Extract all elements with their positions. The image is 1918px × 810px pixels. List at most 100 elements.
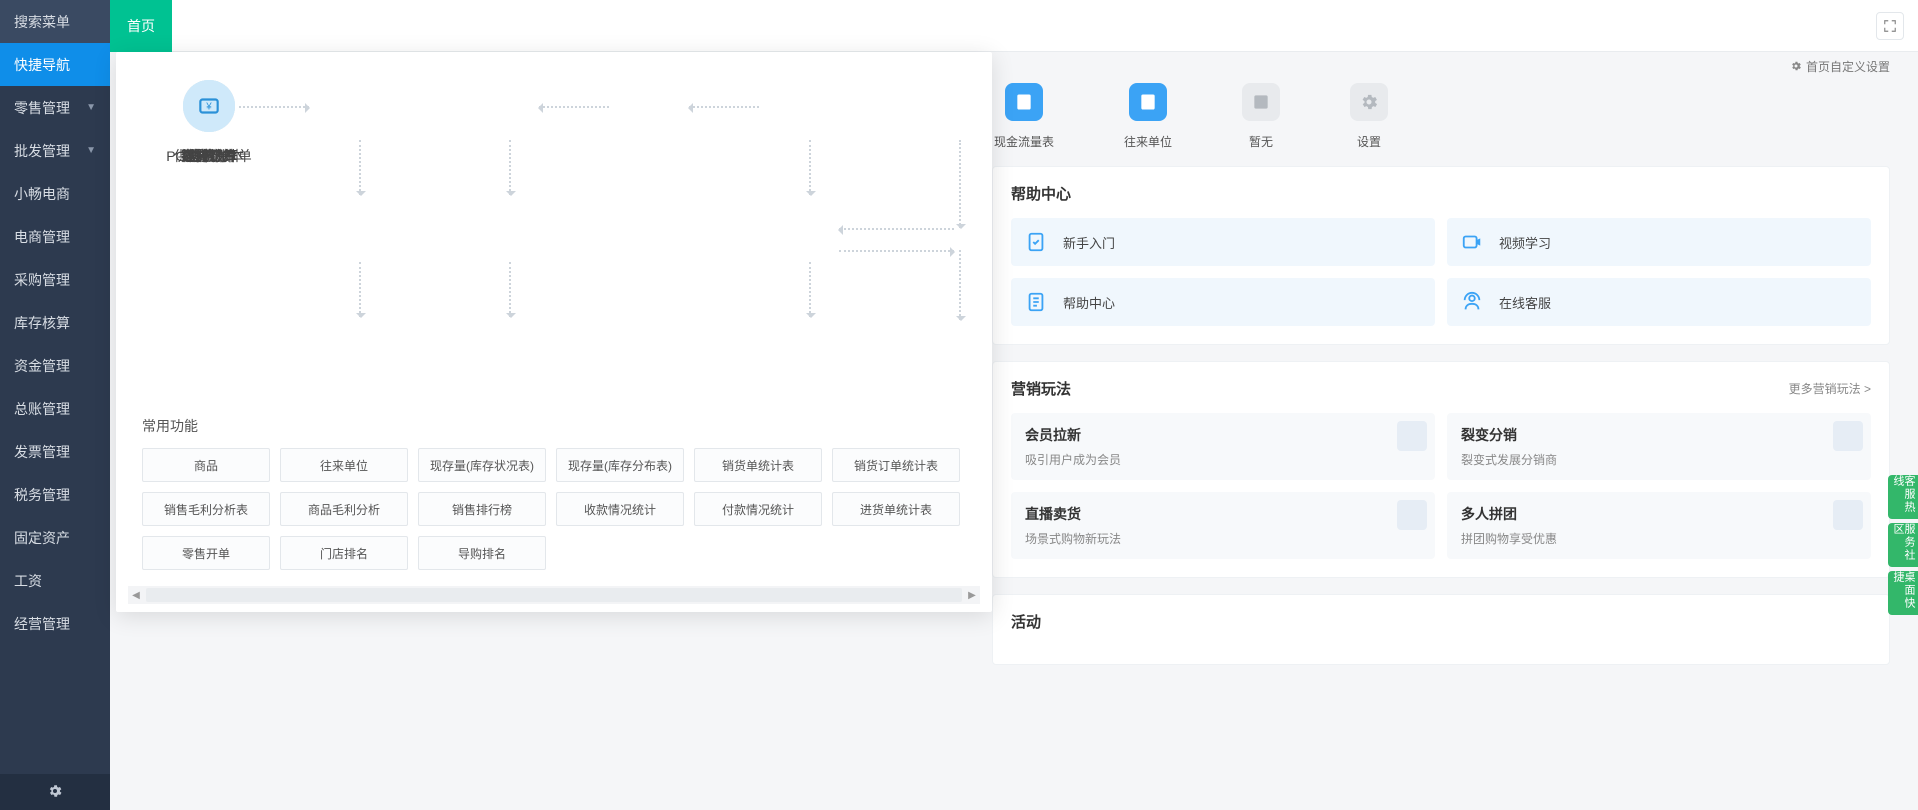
arrow [959, 140, 961, 228]
scroll-right-icon[interactable]: ▶ [964, 587, 980, 603]
decoration [1397, 500, 1427, 530]
arrow [839, 228, 954, 230]
common-fn-12[interactable]: 零售开单 [142, 536, 270, 570]
arrow [239, 106, 309, 108]
homepage-custom-link[interactable]: 首页自定义设置 [992, 58, 1890, 75]
help-center-card: 帮助中心 新手入门视频学习帮助中心在线客服 [992, 166, 1890, 345]
sidebar-item-10[interactable]: 发票管理 [0, 430, 110, 473]
common-fn-3[interactable]: 现存量(库存分布表) [556, 448, 684, 482]
help-item-1[interactable]: 视频学习 [1447, 218, 1871, 266]
decoration [1833, 500, 1863, 530]
marketing-item-1[interactable]: 裂变分销裂变式发展分销商 [1447, 413, 1871, 480]
flyout-scrollbar[interactable]: ◀ ▶ [128, 586, 980, 604]
float-btn-1[interactable]: 服务社区 [1888, 523, 1918, 567]
sidebar-item-2[interactable]: 零售管理 ▼ [0, 86, 110, 129]
common-fn-2[interactable]: 现存量(库存状况表) [418, 448, 546, 482]
marketing-more-link[interactable]: 更多营销玩法 > [1789, 380, 1871, 397]
help-center-title: 帮助中心 [1011, 183, 1071, 204]
arrow [359, 262, 361, 317]
sidebar-item-3[interactable]: 批发管理 ▼ [0, 129, 110, 172]
common-fn-5[interactable]: 销货订单统计表 [832, 448, 960, 482]
quick-nav-flyout: 进货订单 进货单 销货单 销售订单 商城订单 POS收银开单 ¥付款单 ¥收款单… [116, 52, 992, 612]
marketing-item-sub: 拼团购物享受优惠 [1461, 530, 1857, 547]
sidebar-item-0[interactable]: 搜索菜单 [0, 0, 110, 43]
sidebar-settings-button[interactable] [0, 774, 110, 810]
quick-shortcuts: 现金流量表 往来单位暂无 设置 [992, 83, 1890, 150]
sidebar-item-label: 经营管理 [14, 614, 70, 634]
decoration [1833, 421, 1863, 451]
topbar: 首页 [110, 0, 1918, 52]
marketing-title: 营销玩法 [1011, 378, 1071, 399]
sidebar-item-label: 资金管理 [14, 356, 70, 376]
marketing-item-0[interactable]: 会员拉新吸引用户成为会员 [1011, 413, 1435, 480]
sidebar-item-5[interactable]: 电商管理 [0, 215, 110, 258]
sidebar-item-label: 零售管理 [14, 98, 70, 118]
common-fn-10[interactable]: 付款情况统计 [694, 492, 822, 526]
chevron-down-icon: ▼ [86, 145, 96, 156]
right-panels: 首页自定义设置 现金流量表往来单位暂无设置 帮助中心 新手入门视频学习帮助中心在… [992, 58, 1890, 665]
common-fn-9[interactable]: 收款情况统计 [556, 492, 684, 526]
help-item-0[interactable]: 新手入门 [1011, 218, 1435, 266]
marketing-item-sub: 场景式购物新玩法 [1025, 530, 1421, 547]
arrow [809, 140, 811, 195]
common-fn-7[interactable]: 商品毛利分析 [280, 492, 408, 526]
sidebar-item-label: 批发管理 [14, 141, 70, 161]
marketing-item-sub: 裂变式发展分销商 [1461, 451, 1857, 468]
float-btn-2[interactable]: 桌面快捷 [1888, 571, 1918, 615]
quick-icon [1350, 83, 1388, 121]
sidebar-item-11[interactable]: 税务管理 [0, 473, 110, 516]
marketing-item-2[interactable]: 直播卖货场景式购物新玩法 [1011, 492, 1435, 559]
scroll-track[interactable] [146, 588, 962, 602]
sidebar-item-label: 固定资产 [14, 528, 70, 548]
float-btn-0[interactable]: 客服热线 [1888, 475, 1918, 519]
marketing-item-title: 会员拉新 [1025, 425, 1421, 445]
quick-icon [1129, 83, 1167, 121]
arrow [509, 262, 511, 317]
sidebar-item-label: 工资 [14, 571, 42, 591]
gear-icon [47, 783, 63, 802]
sidebar-item-label: 库存核算 [14, 313, 70, 333]
common-fn-13[interactable]: 门店排名 [280, 536, 408, 570]
sidebar-item-14[interactable]: 经营管理 [0, 602, 110, 645]
sidebar-item-13[interactable]: 工资 [0, 559, 110, 602]
fullscreen-button[interactable] [1876, 12, 1904, 40]
sidebar-item-7[interactable]: 库存核算 [0, 301, 110, 344]
tab-home[interactable]: 首页 [110, 0, 172, 52]
quick-label: 暂无 [1249, 133, 1273, 150]
common-fn-11[interactable]: 进货单统计表 [832, 492, 960, 526]
chevron-down-icon: ▼ [86, 102, 96, 113]
decoration [1397, 421, 1427, 451]
node-retail-settle[interactable]: ¥零售结算 [134, 80, 284, 166]
help-label: 在线客服 [1499, 293, 1551, 312]
quick-item-2[interactable]: 暂无 [1242, 83, 1280, 150]
marketing-item-3[interactable]: 多人拼团拼团购物享受优惠 [1447, 492, 1871, 559]
sidebar-item-4[interactable]: 小畅电商 [0, 172, 110, 215]
sidebar-item-12[interactable]: 固定资产 [0, 516, 110, 559]
common-fn-14[interactable]: 导购排名 [418, 536, 546, 570]
scroll-left-icon[interactable]: ◀ [128, 587, 144, 603]
quick-item-0[interactable]: 现金流量表 [994, 83, 1054, 150]
sidebar-item-label: 电商管理 [14, 227, 70, 247]
help-item-3[interactable]: 在线客服 [1447, 278, 1871, 326]
help-label: 视频学习 [1499, 233, 1551, 252]
common-fn-6[interactable]: 销售毛利分析表 [142, 492, 270, 526]
sidebar-item-6[interactable]: 采购管理 [0, 258, 110, 301]
sidebar-item-1[interactable]: 快捷导航 [0, 43, 110, 86]
svg-text:¥: ¥ [205, 101, 212, 112]
arrow [689, 106, 759, 108]
common-fn-1[interactable]: 往来单位 [280, 448, 408, 482]
flow-diagram: 进货订单 进货单 销货单 销售订单 商城订单 POS收银开单 ¥付款单 ¥收款单… [134, 80, 974, 410]
float-buttons: 客服热线服务社区桌面快捷 [1888, 475, 1918, 615]
common-fn-4[interactable]: 销货单统计表 [694, 448, 822, 482]
quick-label: 设置 [1357, 133, 1381, 150]
sidebar-item-8[interactable]: 资金管理 [0, 344, 110, 387]
arrow [359, 140, 361, 195]
quick-icon [1242, 83, 1280, 121]
common-fn-8[interactable]: 销售排行榜 [418, 492, 546, 526]
sidebar-item-9[interactable]: 总账管理 [0, 387, 110, 430]
common-fn-0[interactable]: 商品 [142, 448, 270, 482]
help-item-2[interactable]: 帮助中心 [1011, 278, 1435, 326]
sidebar: 搜索菜单快捷导航零售管理 ▼ 批发管理 ▼ 小畅电商电商管理采购管理库存核算资金管理总账… [0, 0, 110, 810]
quick-item-3[interactable]: 设置 [1350, 83, 1388, 150]
quick-item-1[interactable]: 往来单位 [1124, 83, 1172, 150]
